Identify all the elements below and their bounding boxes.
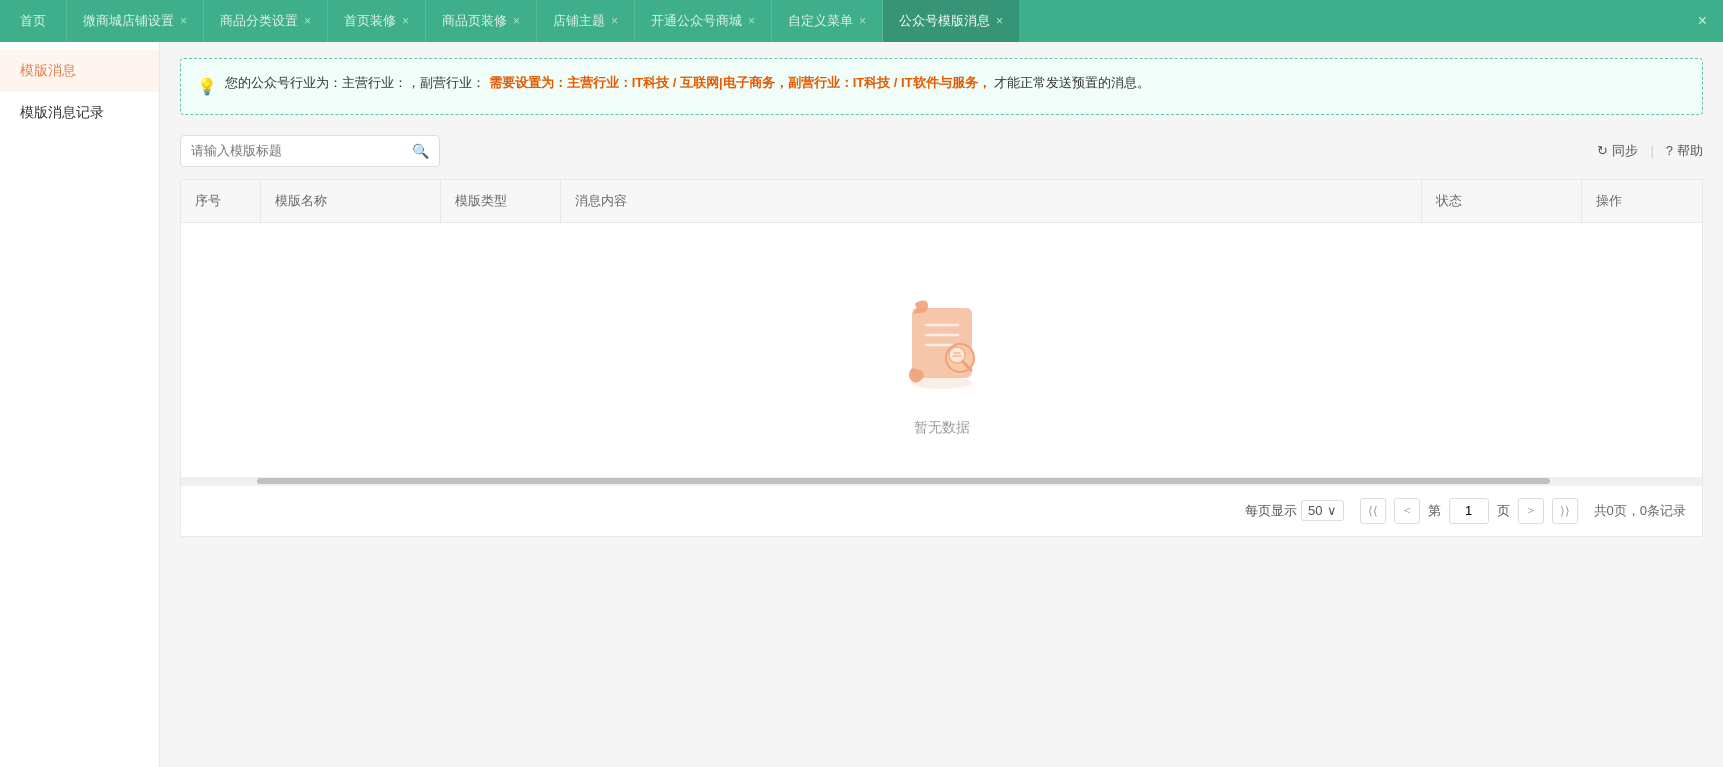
tab-shop-setting[interactable]: 微商城店铺设置 × — [67, 0, 204, 42]
tab-bar: 首页 微商城店铺设置 × 商品分类设置 × 首页装修 × 商品页装修 × 店铺主… — [0, 0, 1723, 42]
scroll-thumb[interactable] — [257, 478, 1550, 484]
tab-product-decoration[interactable]: 商品页装修 × — [426, 0, 537, 42]
layout: 模版消息 模版消息记录 💡 您的公众号行业为：主营行业：，副营行业： 需要设置为… — [0, 42, 1723, 767]
sidebar-item-template-msg[interactable]: 模版消息 — [0, 50, 159, 92]
close-tab-home-decoration[interactable]: × — [402, 14, 409, 28]
tab-open-mall[interactable]: 开通公众号商城 × — [635, 0, 772, 42]
help-icon: ? — [1666, 143, 1673, 158]
chevron-down-icon: ∨ — [1327, 503, 1337, 518]
th-actions: 操作 — [1582, 180, 1702, 222]
pagination: 每页显示 50 ∨ ⟨⟨ ＜ 第 页 ＞ ⟩⟩ 共0页，0条记录 — [181, 485, 1702, 536]
page-unit-label: 页 — [1497, 502, 1510, 520]
close-tab-template-msg[interactable]: × — [996, 14, 1003, 28]
page-label: 第 — [1428, 502, 1441, 520]
table-wrap: 序号 模版名称 模版类型 消息内容 状态 操作 — [180, 179, 1703, 537]
page-size-dropdown[interactable]: 50 ∨ — [1301, 500, 1343, 521]
sync-button[interactable]: ↻ 同步 — [1597, 142, 1638, 160]
notice-icon: 💡 — [197, 74, 217, 100]
prev-page-button[interactable]: ＜ — [1394, 498, 1420, 524]
close-tab-product-decoration[interactable]: × — [513, 14, 520, 28]
page-size-label: 每页显示 — [1245, 502, 1297, 520]
empty-illustration — [882, 283, 1002, 403]
notice-box: 💡 您的公众号行业为：主营行业：，副营行业： 需要设置为：主营行业：IT科技 /… — [180, 58, 1703, 115]
tab-home-decoration[interactable]: 首页装修 × — [328, 0, 426, 42]
tab-home[interactable]: 首页 — [0, 0, 67, 42]
tab-template-msg[interactable]: 公众号模版消息 × — [883, 0, 1020, 42]
th-index: 序号 — [181, 180, 261, 222]
tab-bar-close-all[interactable]: × — [1682, 12, 1723, 30]
first-page-button[interactable]: ⟨⟨ — [1360, 498, 1386, 524]
notice-text: 您的公众号行业为：主营行业：，副营行业： 需要设置为：主营行业：IT科技 / 互… — [225, 73, 1150, 94]
close-tab-shop-theme[interactable]: × — [611, 14, 618, 28]
th-status: 状态 — [1422, 180, 1582, 222]
sidebar-item-template-msg-record[interactable]: 模版消息记录 — [0, 92, 159, 134]
search-input-wrap: 🔍 — [180, 135, 440, 167]
search-actions: ↻ 同步 | ? 帮助 — [1597, 142, 1703, 160]
close-tab-open-mall[interactable]: × — [748, 14, 755, 28]
page-size-value: 50 — [1308, 503, 1322, 518]
last-page-button[interactable]: ⟩⟩ — [1552, 498, 1578, 524]
main-content: 💡 您的公众号行业为：主营行业：，副营行业： 需要设置为：主营行业：IT科技 /… — [160, 42, 1723, 767]
help-button[interactable]: ? 帮助 — [1666, 142, 1703, 160]
table-header: 序号 模版名称 模版类型 消息内容 状态 操作 — [181, 180, 1702, 223]
close-tab-custom-menu[interactable]: × — [859, 14, 866, 28]
current-page-input[interactable] — [1449, 498, 1489, 524]
empty-state: 暂无数据 — [181, 223, 1702, 477]
page-total: 共0页，0条记录 — [1594, 502, 1686, 520]
tab-custom-menu[interactable]: 自定义菜单 × — [772, 0, 883, 42]
page-size-select: 每页显示 50 ∨ — [1245, 500, 1343, 521]
th-type: 模版类型 — [441, 180, 561, 222]
divider: | — [1650, 143, 1653, 158]
search-icon[interactable]: 🔍 — [412, 143, 429, 159]
next-page-button[interactable]: ＞ — [1518, 498, 1544, 524]
th-content: 消息内容 — [561, 180, 1422, 222]
sidebar: 模版消息 模版消息记录 — [0, 42, 160, 767]
th-name: 模版名称 — [261, 180, 441, 222]
empty-text: 暂无数据 — [914, 419, 970, 437]
sync-icon: ↻ — [1597, 143, 1608, 158]
horizontal-scrollbar[interactable] — [181, 477, 1702, 485]
search-bar: 🔍 ↻ 同步 | ? 帮助 — [180, 135, 1703, 167]
tab-category-setting[interactable]: 商品分类设置 × — [204, 0, 328, 42]
close-tab-category-setting[interactable]: × — [304, 14, 311, 28]
search-input[interactable] — [191, 143, 412, 158]
tab-shop-theme[interactable]: 店铺主题 × — [537, 0, 635, 42]
close-tab-shop-setting[interactable]: × — [180, 14, 187, 28]
